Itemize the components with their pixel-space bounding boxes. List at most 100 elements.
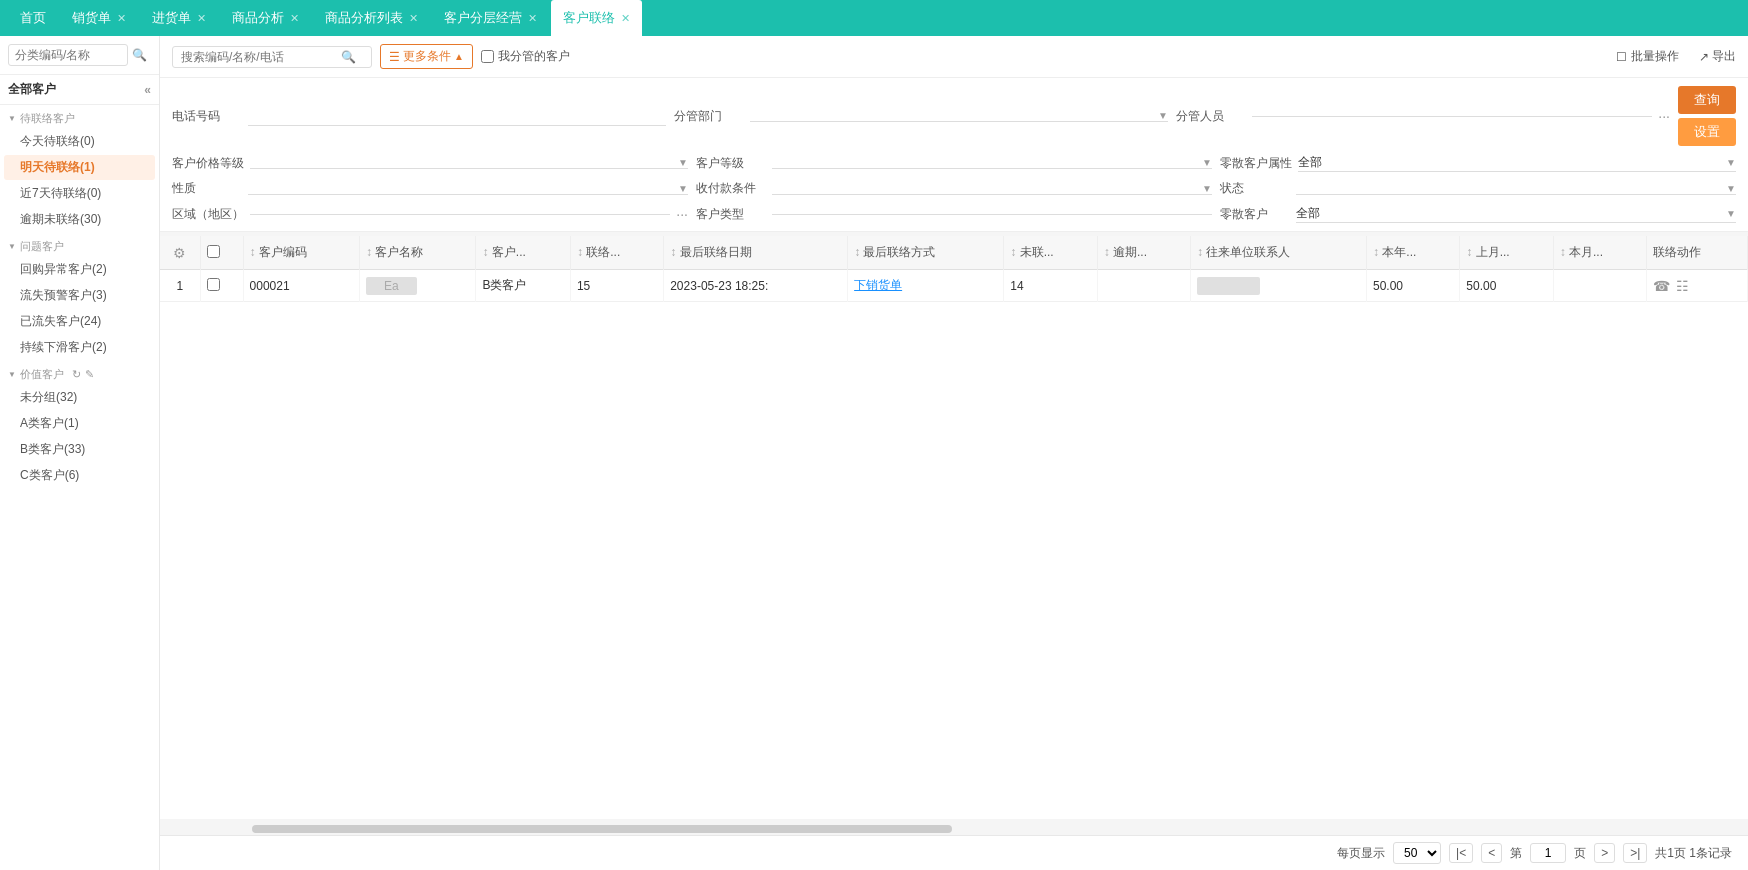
sidebar-item-7days-pending[interactable]: 近7天待联络(0) bbox=[4, 181, 155, 206]
price-level-select[interactable]: ▼ bbox=[250, 157, 688, 169]
th-customer-type: ↕ 客户... bbox=[476, 236, 570, 270]
nav-sales-order[interactable]: 销货单 ✕ bbox=[60, 0, 138, 36]
sort-icon-9: ↕ bbox=[1197, 245, 1203, 259]
nav-customer-contact[interactable]: 客户联络 ✕ bbox=[551, 0, 642, 36]
call-action-icon[interactable]: ☎ bbox=[1653, 278, 1670, 294]
sidebar-search-icon[interactable]: 🔍 bbox=[132, 48, 147, 62]
action-icons: ☎ ☷ bbox=[1653, 278, 1741, 294]
filter-phone: 电话号码 bbox=[172, 107, 666, 126]
nav-product-analysis-list-close[interactable]: ✕ bbox=[409, 12, 418, 25]
select-all-checkbox[interactable] bbox=[207, 245, 220, 258]
export-btn[interactable]: ↗ 导出 bbox=[1699, 48, 1736, 65]
price-level-label: 客户价格等级 bbox=[172, 155, 244, 172]
nav-customer-tier[interactable]: 客户分层经营 ✕ bbox=[432, 0, 549, 36]
sidebar-item-class-c[interactable]: C类客户(6) bbox=[4, 463, 155, 488]
th-last-contact-method: ↕ 最后联络方式 bbox=[848, 236, 1004, 270]
retail-attr-select[interactable]: 全部 ▼ bbox=[1298, 154, 1736, 172]
customer-type-select[interactable] bbox=[772, 214, 1212, 215]
table-row: 1 000021 Ea B类客户 15 2023-05-23 18:25: bbox=[160, 270, 1748, 302]
top-navigation: 首页 销货单 ✕ 进货单 ✕ 商品分析 ✕ 商品分析列表 ✕ 客户分层经营 ✕ … bbox=[0, 0, 1748, 36]
sidebar-item-class-b[interactable]: B类客户(33) bbox=[4, 437, 155, 462]
sidebar-item-ungrouped[interactable]: 未分组(32) bbox=[4, 385, 155, 410]
pending-triangle-icon: ▼ bbox=[8, 114, 16, 123]
value-refresh-icon[interactable]: ↻ bbox=[72, 368, 81, 381]
sidebar-search-input[interactable] bbox=[8, 44, 128, 66]
status-chevron-icon: ▼ bbox=[1726, 183, 1736, 194]
search-icon[interactable]: 🔍 bbox=[341, 50, 356, 64]
sort-icon-3: ↕ bbox=[482, 245, 488, 259]
nav-sales-order-close[interactable]: ✕ bbox=[117, 12, 126, 25]
nav-product-analysis[interactable]: 商品分析 ✕ bbox=[220, 0, 311, 36]
scrollbar-thumb[interactable] bbox=[252, 825, 952, 833]
retail-attr-chevron-icon: ▼ bbox=[1726, 157, 1736, 168]
reset-button[interactable]: 设置 bbox=[1678, 118, 1736, 146]
sidebar-item-class-a[interactable]: A类客户(1) bbox=[4, 411, 155, 436]
filter-btn-group: 查询 设置 bbox=[1678, 86, 1736, 146]
td-last-month: 50.00 bbox=[1460, 270, 1553, 302]
region-label: 区域（地区） bbox=[172, 206, 244, 223]
batch-ops-btn[interactable]: ☐ 批量操作 bbox=[1616, 48, 1679, 65]
th-this-year: ↕ 本年... bbox=[1367, 236, 1460, 270]
dept-select[interactable]: ▼ bbox=[750, 110, 1168, 122]
nav-purchase-order-close[interactable]: ✕ bbox=[197, 12, 206, 25]
page-number-input[interactable] bbox=[1530, 843, 1566, 863]
th-last-month: ↕ 上月... bbox=[1460, 236, 1553, 270]
payment-select[interactable]: ▼ bbox=[772, 183, 1212, 195]
prev-page-btn[interactable]: < bbox=[1481, 843, 1502, 863]
nav-purchase-order[interactable]: 进货单 ✕ bbox=[140, 0, 218, 36]
phone-input[interactable] bbox=[248, 107, 666, 126]
column-settings-icon[interactable]: ⚙ bbox=[173, 245, 186, 261]
sidebar-item-overdue-contact[interactable]: 逾期未联络(30) bbox=[4, 207, 155, 232]
td-last-contact-date: 2023-05-23 18:25: bbox=[664, 270, 848, 302]
nav-product-analysis-close[interactable]: ✕ bbox=[290, 12, 299, 25]
sort-icon-2: ↕ bbox=[366, 245, 372, 259]
region-dots[interactable]: ··· bbox=[676, 206, 688, 222]
search-input[interactable] bbox=[181, 50, 341, 64]
filter-payment: 收付款条件 ▼ bbox=[696, 180, 1212, 197]
nav-home[interactable]: 首页 bbox=[8, 0, 58, 36]
filter-row-1: 电话号码 分管部门 ▼ 分管人员 ··· 查询 设置 bbox=[172, 86, 1736, 146]
table-header-row: ⚙ ↕ 客户编码 ↕ 客户名称 bbox=[160, 236, 1748, 270]
th-checkbox bbox=[200, 236, 243, 270]
nav-customer-contact-close[interactable]: ✕ bbox=[621, 12, 630, 25]
more-conditions-btn[interactable]: ☰ 更多条件 ▲ bbox=[380, 44, 473, 69]
nav-customer-tier-close[interactable]: ✕ bbox=[528, 12, 537, 25]
value-edit-icon[interactable]: ✎ bbox=[85, 368, 94, 381]
my-customers-checkbox[interactable]: 我分管的客户 bbox=[481, 48, 570, 65]
status-label: 状态 bbox=[1220, 180, 1290, 197]
gender-chevron-icon: ▼ bbox=[678, 183, 688, 194]
sidebar-item-continuous-decline[interactable]: 持续下滑客户(2) bbox=[4, 335, 155, 360]
menu-action-icon[interactable]: ☷ bbox=[1676, 278, 1689, 294]
sidebar: 🔍 全部客户 « ▼ 待联络客户 今天待联络(0) 明天待联络(1) 近7天待联… bbox=[0, 36, 160, 870]
last-page-btn[interactable]: >| bbox=[1623, 843, 1647, 863]
my-customers-check[interactable] bbox=[481, 50, 494, 63]
sidebar-all-customers[interactable]: 全部客户 « bbox=[0, 75, 159, 105]
td-this-year: 50.00 bbox=[1367, 270, 1460, 302]
sidebar-collapse-icon[interactable]: « bbox=[144, 83, 151, 97]
payment-chevron-icon: ▼ bbox=[1202, 183, 1212, 194]
pagination-bar: 每页显示 50 |< < 第 页 > >| 共1页 1条记录 bbox=[160, 835, 1748, 870]
page-size-select[interactable]: 50 bbox=[1393, 842, 1441, 864]
nav-product-analysis-list[interactable]: 商品分析列表 ✕ bbox=[313, 0, 430, 36]
retail-customer-select[interactable]: 全部 ▼ bbox=[1296, 205, 1736, 223]
th-overdue: ↕ 逾期... bbox=[1097, 236, 1190, 270]
sidebar-item-churn-warning[interactable]: 流失预警客户(3) bbox=[4, 283, 155, 308]
sort-icon-12: ↕ bbox=[1560, 245, 1566, 259]
sidebar-item-repurchase-abnormal[interactable]: 回购异常客户(2) bbox=[4, 257, 155, 282]
manager-dots[interactable]: ··· bbox=[1658, 108, 1670, 124]
row-checkbox[interactable] bbox=[207, 278, 220, 291]
gender-select[interactable]: ▼ bbox=[248, 183, 688, 195]
first-page-btn[interactable]: |< bbox=[1449, 843, 1473, 863]
sidebar-item-today-pending[interactable]: 今天待联络(0) bbox=[4, 129, 155, 154]
sidebar-item-tomorrow-pending[interactable]: 明天待联络(1) bbox=[4, 155, 155, 180]
table-body: 1 000021 Ea B类客户 15 2023-05-23 18:25: bbox=[160, 270, 1748, 302]
horizontal-scrollbar[interactable] bbox=[160, 823, 1748, 835]
next-page-btn[interactable]: > bbox=[1594, 843, 1615, 863]
sidebar-item-churned[interactable]: 已流失客户(24) bbox=[4, 309, 155, 334]
th-gear: ⚙ bbox=[160, 236, 200, 270]
query-button[interactable]: 查询 bbox=[1678, 86, 1736, 114]
status-select[interactable]: ▼ bbox=[1296, 183, 1736, 195]
filter-customer-type: 客户类型 bbox=[696, 206, 1212, 223]
sort-icon-7: ↕ bbox=[1010, 245, 1016, 259]
customer-level-select[interactable]: ▼ bbox=[772, 157, 1212, 169]
